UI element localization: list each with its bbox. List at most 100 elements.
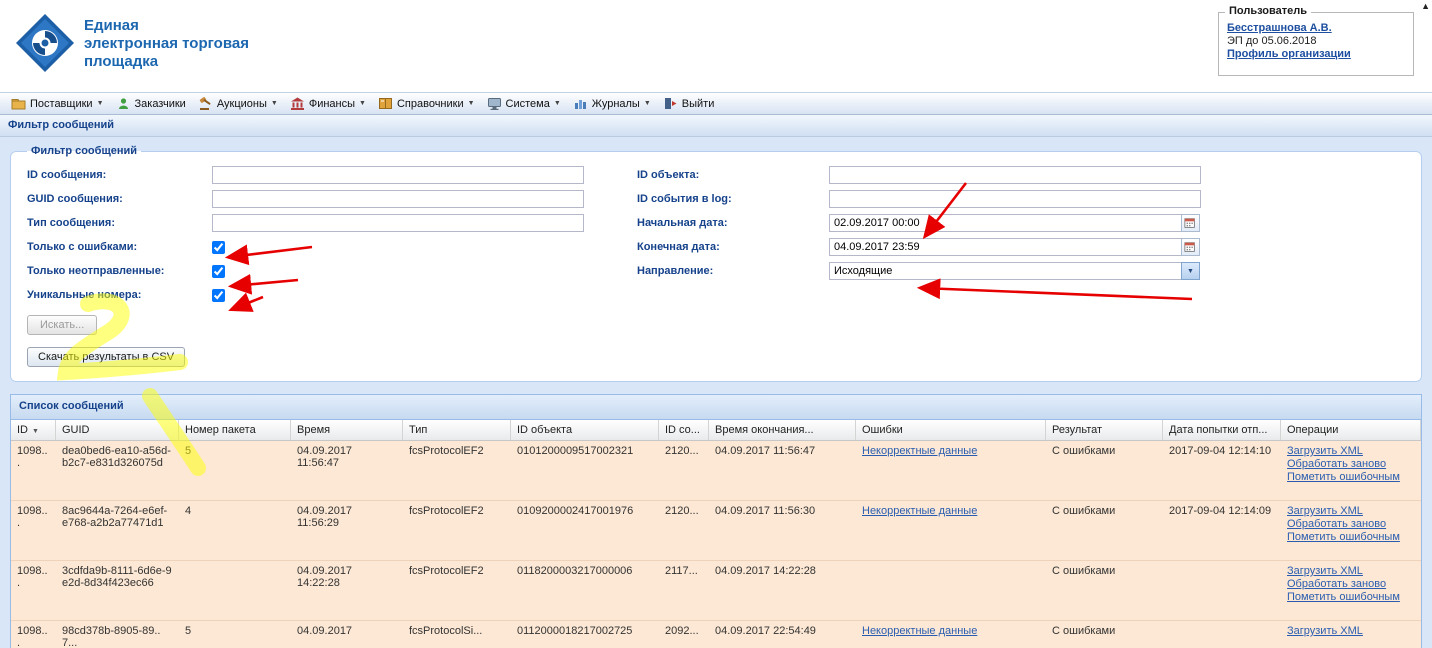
only-unsent-checkbox-row: Только неотправленные: [27,259,637,283]
menu-item-journals[interactable]: Журналы ▼ [568,94,658,113]
menu-item-label: Система [505,97,550,110]
user-panel-title: Пользователь [1225,5,1312,17]
menu-item-system[interactable]: Система ▼ [482,94,568,113]
column-header-3[interactable]: Время [291,420,403,440]
unique-numbers-checkbox-label: Уникальные номера: [27,289,142,301]
cell-id_so: 2117... [665,565,698,577]
column-header-7[interactable]: Время окончания... [709,420,856,440]
company-logo-icon [14,12,76,77]
message-guid-input[interactable] [212,190,584,208]
cell-type: fcsProtocolEF2 [409,505,484,517]
user-panel: Пользователь Бесстрашнова А.В. ЭП до 05.… [1218,5,1414,76]
page-title: Фильтр сообщений [0,115,1432,137]
operation-link[interactable]: Пометить ошибочным [1287,591,1415,603]
cell-packet [179,561,291,620]
log-event-id-input[interactable] [829,190,1201,208]
operation-link[interactable]: Загрузить XML [1287,445,1415,457]
cell-guid: dea0bed6-ea10-a56d-b2c7-e831d326075d [62,445,171,469]
column-header-6[interactable]: ID со... [659,420,709,440]
unique-numbers-checkbox-row: Уникальные номера: [27,283,637,307]
start-date-input-label: Начальная дата: [637,217,728,229]
scroll-up-arrow[interactable]: ▲ [1421,2,1430,11]
directories-icon [378,96,393,111]
cell-object_id: 0101200009517002321 [517,445,634,457]
table-row[interactable]: 1098... dea0bed6-ea10-a56d-b2c7-e831d3260… [11,441,1421,501]
operation-link[interactable]: Пометить ошибочным [1287,531,1415,543]
unique-numbers-checkbox[interactable] [212,288,225,302]
column-header-0[interactable]: ID ▼ [11,420,56,440]
object-id-input-label: ID объекта: [637,169,700,181]
menu-item-directories[interactable]: Справочники ▼ [373,94,482,113]
calendar-icon[interactable] [1181,238,1200,256]
column-header-1[interactable]: GUID [56,420,179,440]
cell-type: fcsProtocolSi... [409,625,483,637]
operation-link[interactable]: Пометить ошибочным [1287,471,1415,483]
table-row[interactable]: 1098... 3cdfda9b-8111-6d6e-9e2d-8d34f423e… [11,561,1421,621]
message-id-input[interactable] [212,166,584,184]
error-details-link[interactable]: Некорректные данные [862,625,977,637]
cell-operations: Загрузить XML Обработать заново Пометить о… [1281,441,1421,500]
cell-id_so: 2120... [665,445,699,457]
message-type-input[interactable] [212,214,584,232]
only-unsent-checkbox[interactable] [212,264,225,278]
operation-link[interactable]: Загрузить XML [1287,565,1415,577]
cell-object_id: 0118200003217000006 [517,565,633,577]
operation-link[interactable]: Обработать заново [1287,518,1415,530]
direction-combo[interactable] [829,262,1182,280]
menu-item-exit[interactable]: Выйти [658,94,722,113]
chevron-down-icon: ▼ [467,100,475,107]
table-row[interactable]: 1098... 98cd378b-8905-89..7... 5 04.09.2017… [11,621,1421,648]
journals-icon [573,96,588,111]
start-date-input[interactable] [829,214,1182,232]
sort-desc-icon: ▼ [32,428,39,435]
error-details-link[interactable]: Некорректные данные [862,505,977,517]
cell-id: 1098... [17,505,48,529]
cell-packet: 4 [185,505,192,517]
menu-item-suppliers[interactable]: Поставщики ▼ [6,94,111,113]
download-csv-button[interactable]: Скачать результаты в CSV [27,347,186,367]
column-header-5[interactable]: ID объекта [511,420,659,440]
column-header-4[interactable]: Тип [403,420,511,440]
operation-link[interactable]: Загрузить XML [1287,625,1415,637]
menu-item-finances[interactable]: Финансы ▼ [285,94,373,113]
column-header-10[interactable]: Дата попытки отп... [1163,420,1281,440]
operation-link[interactable]: Обработать заново [1287,578,1415,590]
chevron-down-icon: ▼ [643,100,651,107]
message-id-input-label: ID сообщения: [27,169,107,181]
user-name-link[interactable]: Бесстрашнова А.В. [1227,22,1405,34]
column-header-8[interactable]: Ошибки [856,420,1046,440]
start-date-input-row: Начальная дата: [637,211,1405,235]
message-guid-input-label: GUID сообщения: [27,193,123,205]
cell-attempt_date [1163,621,1281,648]
message-type-input-label: Тип сообщения: [27,217,115,229]
cell-packet: 5 [185,445,192,457]
menu-item-customers[interactable]: Заказчики [111,94,193,113]
search-button[interactable]: Искать... [27,315,98,335]
cell-time: 04.09.2017 11:56:29 [297,505,353,529]
combo-dropdown-icon[interactable]: ▼ [1181,262,1200,280]
grid-title: Список сообщений [11,395,1421,420]
menu-item-label: Выйти [681,97,715,110]
column-header-11[interactable]: Операции [1281,420,1421,440]
operation-link[interactable]: Обработать заново [1287,458,1415,470]
cell-attempt_date [1163,561,1281,620]
column-header-2[interactable]: Номер пакета [179,420,291,440]
end-date-input[interactable] [829,238,1182,256]
operation-link[interactable]: Загрузить XML [1287,505,1415,517]
menu-item-label: Финансы [308,97,356,110]
calendar-icon[interactable] [1181,214,1200,232]
object-id-input[interactable] [829,166,1201,184]
table-row[interactable]: 1098... 8ac9644a-7264-e6ef-e768-a2b2a7747… [11,501,1421,561]
only-errors-checkbox[interactable] [212,240,225,254]
cell-packet: 5 [185,625,192,637]
menu-item-auctions[interactable]: Аукционы ▼ [193,94,285,113]
main-area: Фильтр сообщений ID сообщения: GUID сообщ… [0,137,1432,648]
column-header-9[interactable]: Результат [1046,420,1163,440]
org-profile-link[interactable]: Профиль организации [1227,48,1405,60]
error-details-link[interactable]: Некорректные данные [862,445,977,457]
column-header-label: Время окончания... [715,424,814,436]
direction-combo-label: Направление: [637,265,714,277]
top-header: Единая электронная торговая площадка Пол… [0,0,1432,92]
cell-type: fcsProtocolEF2 [409,445,484,457]
only-errors-checkbox-row: Только с ошибками: [27,235,637,259]
